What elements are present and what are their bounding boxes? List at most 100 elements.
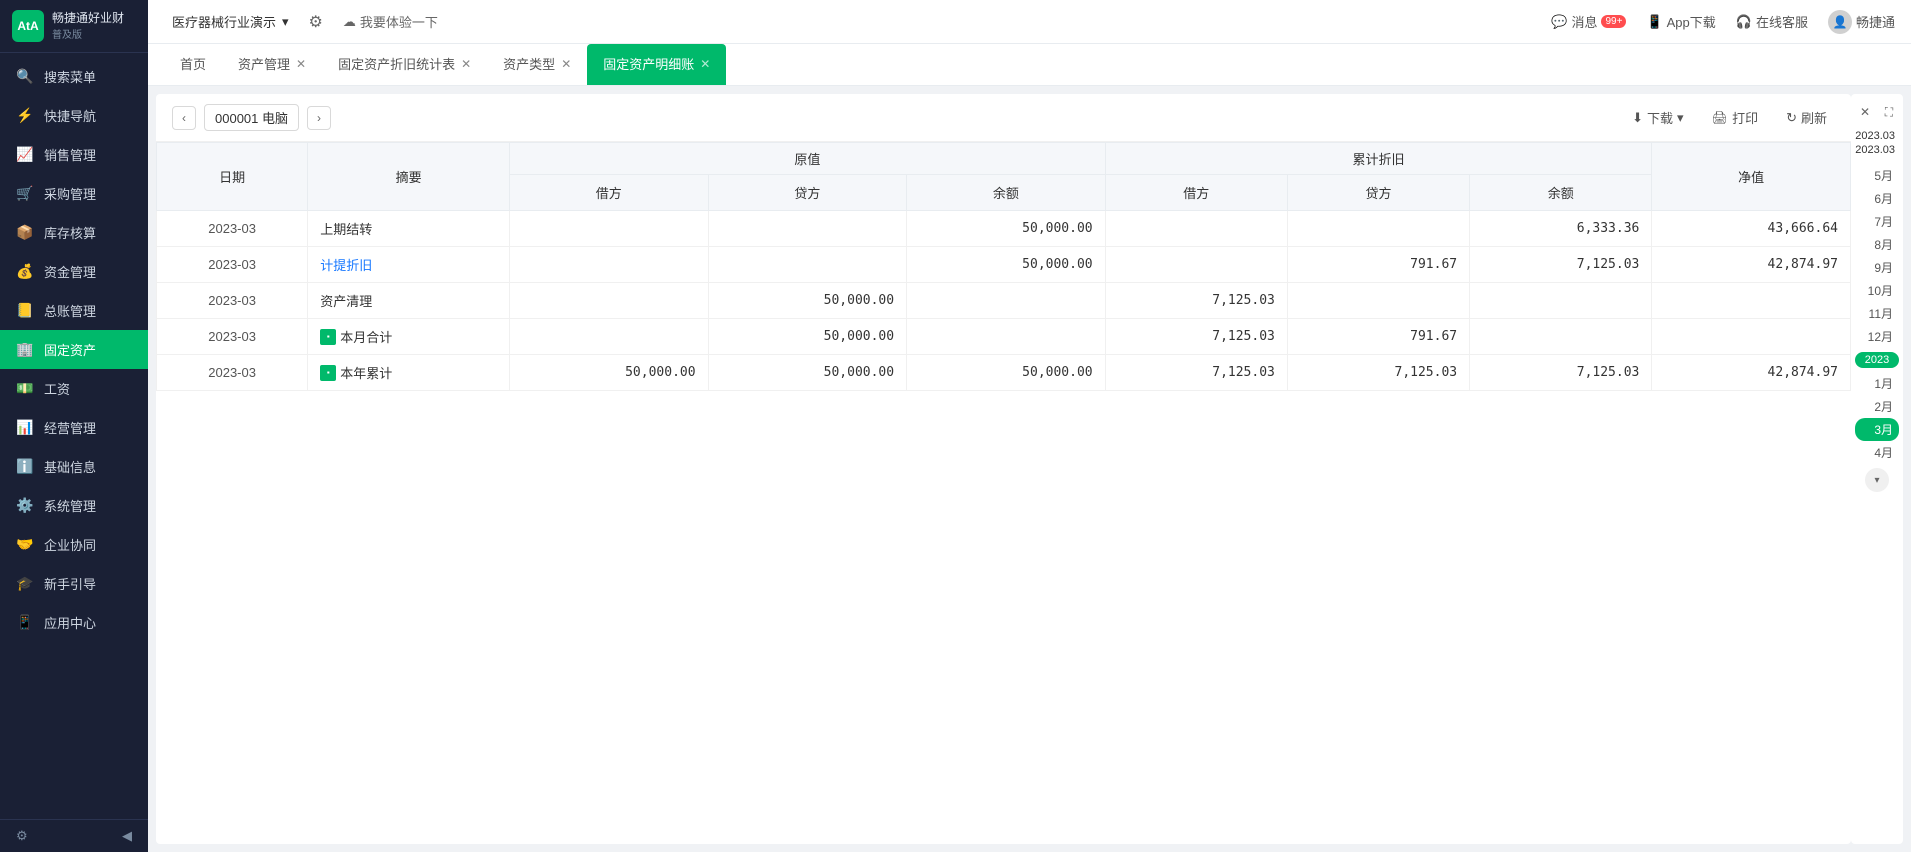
month-7[interactable]: 7月: [1855, 210, 1899, 233]
tab-label: 首页: [180, 54, 206, 73]
prev-asset-button[interactable]: ‹: [172, 106, 196, 130]
collapse-icon[interactable]: ◀: [122, 828, 132, 844]
sidebar-label: 新手引导: [44, 574, 96, 593]
topbar-settings-icon[interactable]: ⚙: [309, 12, 323, 32]
cell-date: 2023-03: [157, 283, 308, 319]
sidebar-item-ledger[interactable]: 📒总账管理: [0, 291, 148, 330]
tab-assettype[interactable]: 资产类型✕: [487, 44, 587, 85]
sidebar-item-operations[interactable]: 📊经营管理: [0, 408, 148, 447]
support-action[interactable]: 🎧 在线客服: [1736, 12, 1808, 31]
cell-summary: ▪ 本月合计: [308, 319, 510, 355]
cell-date: 2023-03: [157, 355, 308, 391]
sidebar-item-funds[interactable]: 💰 资金管理: [0, 252, 148, 291]
messages-action[interactable]: 💬 消息 99+: [1551, 12, 1626, 31]
col-netvalue: 净值: [1652, 143, 1851, 211]
right-sidebar-top: ✕ ⛶: [1855, 102, 1899, 122]
sidebar-item-payroll[interactable]: 💵工资: [0, 369, 148, 408]
cell-net-value: [1652, 283, 1851, 319]
tab-depreciation[interactable]: 固定资产折旧统计表✕: [322, 44, 487, 85]
sidebar-item-collab[interactable]: 🤝企业协同: [0, 525, 148, 564]
cell-lj-balance: 7,125.03: [1470, 247, 1652, 283]
tab-assetmanage[interactable]: 资产管理✕: [222, 44, 322, 85]
tab-assetledger[interactable]: 固定资产明细账✕: [587, 44, 726, 85]
cell-lj-debit: [1105, 211, 1287, 247]
appcenter-icon: 📱: [16, 614, 34, 632]
tab-close-assetmanage[interactable]: ✕: [296, 57, 306, 71]
sidebar-label: 库存核算: [44, 223, 96, 242]
sidebar-item-sales[interactable]: 📈销售管理: [0, 135, 148, 174]
cell-lj-debit: 7,125.03: [1105, 283, 1287, 319]
month-12[interactable]: 12月: [1855, 325, 1899, 348]
print-button[interactable]: 🖨 打印: [1704, 104, 1767, 131]
funds-icon: 💰: [16, 263, 34, 281]
sidebar-label: 基础信息: [44, 457, 96, 476]
sidebar-label: 工资: [44, 379, 70, 398]
data-table: 日期 摘要 原值 累计折旧 净值 借方 贷方 余额 借方 贷方 余额: [156, 142, 1851, 391]
cell-date: 2023-03: [157, 319, 308, 355]
month-5[interactable]: 5月: [1855, 164, 1899, 187]
cell-summary: 资产清理: [308, 283, 510, 319]
basicinfo-icon: ℹ️: [16, 458, 34, 476]
cell-lj-balance: 6,333.36: [1470, 211, 1652, 247]
settings-icon[interactable]: ⚙: [16, 828, 28, 844]
cell-summary: ▪ 本年累计: [308, 355, 510, 391]
main-panel: ‹ 000001 电脑 › ⬇ 下载 ▾ 🖨 打印 ↻: [156, 94, 1851, 844]
operations-icon: 📊: [16, 419, 34, 437]
month-2[interactable]: 2月: [1855, 395, 1899, 418]
cell-yz-balance: 50,000.00: [907, 247, 1106, 283]
sidebar-item-sysmanage[interactable]: ⚙️系统管理: [0, 486, 148, 525]
current-year-badge: 2023: [1855, 352, 1899, 368]
experience-button[interactable]: ☁ 我要体验一下: [335, 8, 446, 35]
cell-lj-credit: [1287, 283, 1469, 319]
appdownload-action[interactable]: 📱 App下载: [1646, 12, 1715, 31]
month-9[interactable]: 9月: [1855, 256, 1899, 279]
sidebar-item-search[interactable]: 🔍搜索菜单: [0, 57, 148, 96]
inventory-icon: 📦: [16, 224, 34, 242]
main-area: 医疗器械行业演示 ▾ ⚙ ☁ 我要体验一下 💬 消息 99+ 📱 App下载 🎧…: [148, 0, 1911, 852]
sidebar-label: 采购管理: [44, 184, 96, 203]
next-asset-button[interactable]: ›: [307, 106, 331, 130]
month-1[interactable]: 1月: [1855, 372, 1899, 395]
cell-summary[interactable]: 计提折旧: [308, 247, 510, 283]
sidebar-item-appcenter[interactable]: 📱应用中心: [0, 603, 148, 642]
cell-yz-balance: 50,000.00: [907, 211, 1106, 247]
sidebar-label: 资金管理: [44, 262, 96, 281]
newbie-icon: 🎓: [16, 575, 34, 593]
sidebar-item-quicknav[interactable]: ⚡快捷导航: [0, 96, 148, 135]
month-3-active[interactable]: 3月: [1855, 418, 1899, 441]
right-sidebar-nav-down[interactable]: ▾: [1865, 468, 1889, 492]
cell-summary: 上期结转: [308, 211, 510, 247]
cell-yz-credit: 50,000.00: [708, 283, 907, 319]
avatar-icon: 👤: [1828, 10, 1852, 34]
sidebar-item-fixedassets[interactable]: 🏢固定资产: [0, 330, 148, 369]
sysmanage-icon: ⚙️: [16, 497, 34, 515]
sidebar-item-basicinfo[interactable]: ℹ️ 基础信息: [0, 447, 148, 486]
sidebar-item-newbie[interactable]: 🎓 新手引导: [0, 564, 148, 603]
company-selector[interactable]: 医疗器械行业演示 ▾: [164, 8, 297, 35]
month-11[interactable]: 11月: [1855, 302, 1899, 325]
col-summary: 摘要: [308, 143, 510, 211]
tab-close-assetledger[interactable]: ✕: [700, 57, 710, 71]
user-action[interactable]: 👤 畅捷通: [1828, 10, 1895, 34]
tab-close-depreciation[interactable]: ✕: [461, 57, 471, 71]
sidebar-item-inventory[interactable]: 📦 库存核算: [0, 213, 148, 252]
expand-panel-icon[interactable]: ⛶: [1879, 102, 1899, 122]
tab-close-assettype[interactable]: ✕: [561, 57, 571, 71]
download-icon: ⬇: [1632, 110, 1643, 126]
refresh-button[interactable]: ↻ 刷新: [1778, 104, 1835, 131]
month-6[interactable]: 6月: [1855, 187, 1899, 210]
col-group-yuanzhi: 原值: [510, 143, 1106, 175]
table-row: 2023-03 资产清理 50,000.00 7,125.03: [157, 283, 1851, 319]
purchase-icon: 🛒: [16, 185, 34, 203]
download-button[interactable]: ⬇ 下载 ▾: [1624, 104, 1691, 131]
close-panel-icon[interactable]: ✕: [1855, 102, 1875, 122]
sidebar-item-purchase[interactable]: 🛒 采购管理: [0, 174, 148, 213]
col-yuanzhi-debit: 借方: [510, 175, 709, 211]
table-row: 2023-03 ▪ 本年累计 50,000.00 50,000.00 50,00…: [157, 355, 1851, 391]
year-header-2: 2023.03: [1855, 144, 1899, 156]
month-4[interactable]: 4月: [1855, 441, 1899, 464]
tab-home[interactable]: 首页: [164, 44, 222, 85]
month-8[interactable]: 8月: [1855, 233, 1899, 256]
cell-yz-debit: [510, 319, 709, 355]
month-10[interactable]: 10月: [1855, 279, 1899, 302]
